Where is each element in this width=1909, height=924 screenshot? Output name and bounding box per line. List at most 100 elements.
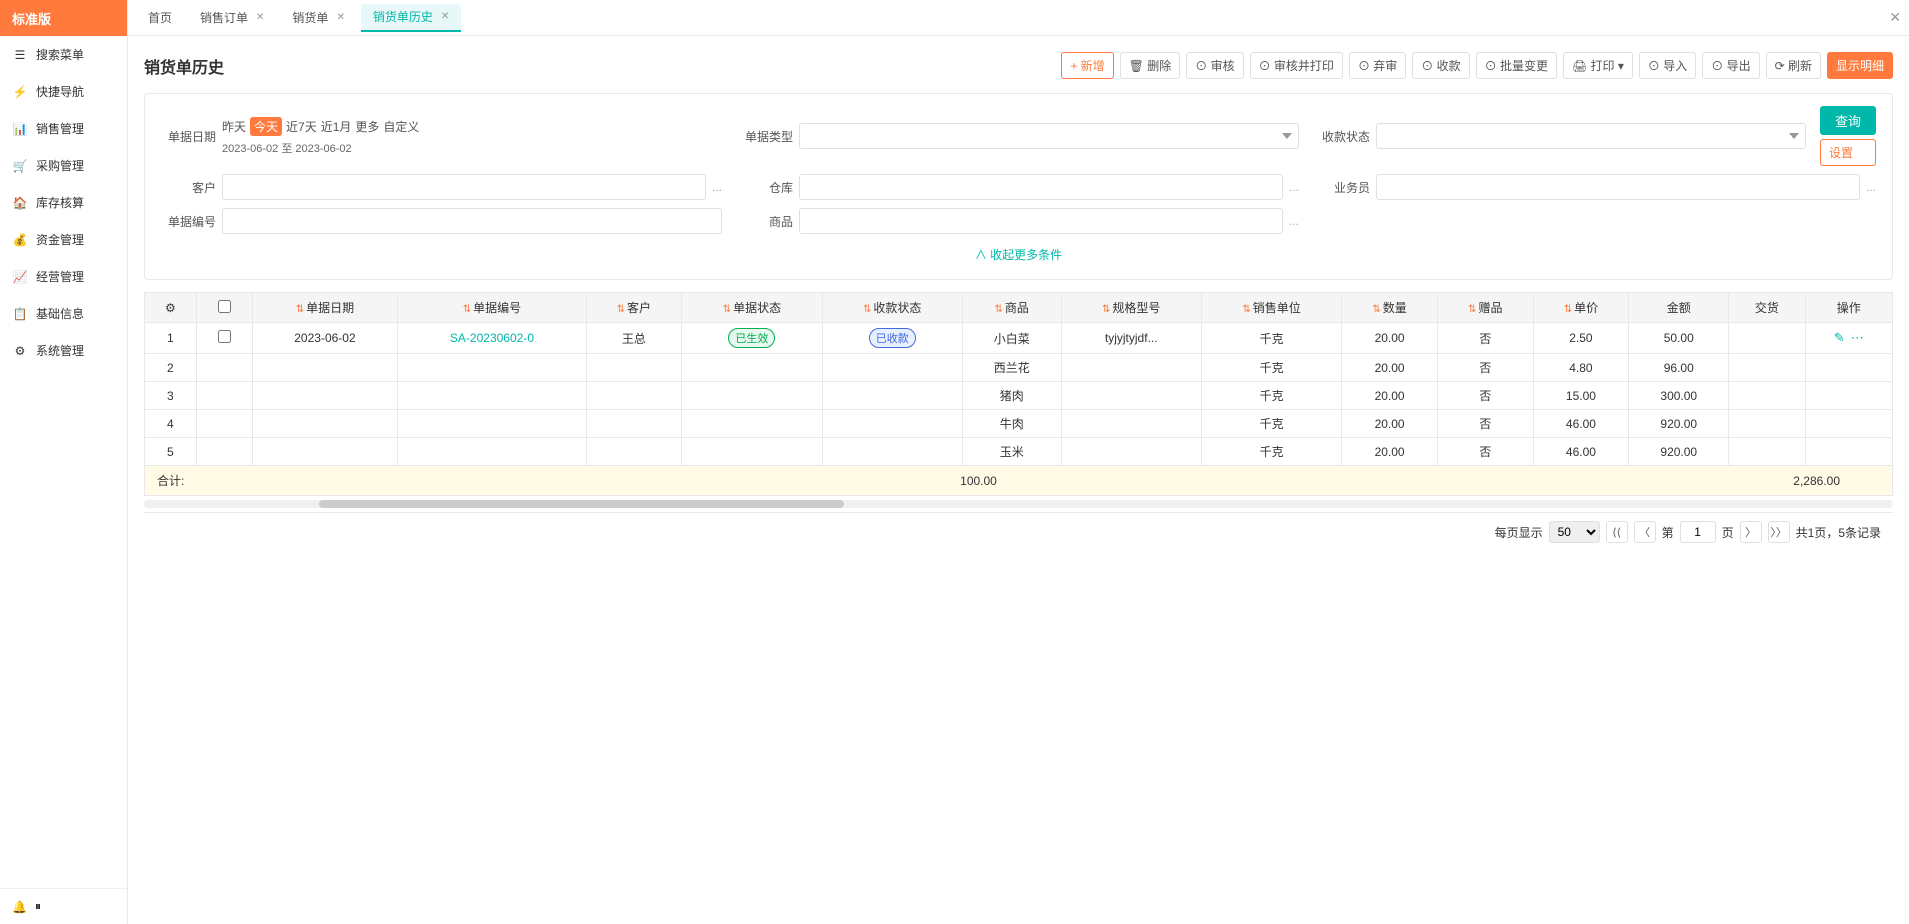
col-pay-status[interactable]: ⇅收款状态 xyxy=(822,293,962,323)
col-checkbox xyxy=(196,293,252,323)
cell-unit: 千克 xyxy=(1201,438,1341,466)
col-settings[interactable]: ⚙ xyxy=(145,293,197,323)
col-operation: 操作 xyxy=(1805,293,1892,323)
cell-qty: 20.00 xyxy=(1342,438,1438,466)
tab-bar-close-all[interactable]: ✕ xyxy=(1889,9,1901,26)
goods-input[interactable] xyxy=(799,208,1283,234)
filter-row-2: 客户 ... 仓库 ... 业务员 ... xyxy=(161,174,1876,200)
export-button[interactable]: ⊙ 导出 xyxy=(1702,52,1759,79)
col-spec[interactable]: ⇅规格型号 xyxy=(1061,293,1201,323)
settings-button[interactable]: 设置 xyxy=(1820,139,1876,166)
tab-sales-order[interactable]: 销售订单 ✕ xyxy=(188,4,276,32)
more-icon[interactable]: ⋯ xyxy=(1851,330,1864,346)
col-doc-num[interactable]: ⇅单据编号 xyxy=(398,293,586,323)
sidebar-item-sales-mgmt[interactable]: 📊 销售管理 xyxy=(0,110,127,147)
warehouse-picker[interactable]: ... xyxy=(1289,180,1299,194)
audit-button[interactable]: ⊙ 审核 xyxy=(1186,52,1243,79)
notification-icon[interactable]: 🔔 xyxy=(12,900,27,914)
add-button[interactable]: + 新增 xyxy=(1061,52,1113,79)
salesperson-input[interactable] xyxy=(1376,174,1860,200)
doc-num-input[interactable] xyxy=(222,208,722,234)
tab-close-sales-goods[interactable]: ✕ xyxy=(336,12,344,23)
audit-print-button[interactable]: ⊙ 审核并打印 xyxy=(1250,52,1343,79)
customer-input[interactable] xyxy=(222,174,706,200)
col-goods[interactable]: ⇅商品 xyxy=(962,293,1061,323)
footer-total-qty: 100.00 xyxy=(237,474,1720,488)
tab-close-sales-order[interactable]: ✕ xyxy=(256,12,264,23)
sidebar-item-inventory[interactable]: 🏠 库存核算 xyxy=(0,184,127,221)
shortcut-more[interactable]: 更多 xyxy=(355,118,379,135)
row-checkbox[interactable] xyxy=(218,330,231,343)
sidebar-item-basic-info[interactable]: 📋 基础信息 xyxy=(0,295,127,332)
col-doc-status[interactable]: ⇅单据状态 xyxy=(682,293,822,323)
cell-date: 2023-06-02 xyxy=(252,323,398,354)
basic-info-icon: 📋 xyxy=(12,306,28,322)
payment-status-select[interactable] xyxy=(1376,123,1806,149)
page-size-select[interactable]: 50 100 xyxy=(1549,521,1600,543)
col-gift[interactable]: ⇅赠品 xyxy=(1437,293,1533,323)
last-page-button[interactable]: 〉〉 xyxy=(1768,521,1790,543)
next-page-button[interactable]: 〉 xyxy=(1740,521,1762,543)
goods-picker[interactable]: ... xyxy=(1289,214,1299,228)
pagination-bar: 每页显示 50 100 ⟨⟨ 〈 第 页 〉 〉〉 共1页，5条记录 xyxy=(144,512,1893,551)
cell-row-num: 2 xyxy=(145,354,197,382)
footer-total-amount: 2,286.00 xyxy=(1720,474,1840,488)
tab-close-sales-history[interactable]: ✕ xyxy=(441,11,449,22)
sidebar-item-quick-nav[interactable]: ⚡ 快捷导航 xyxy=(0,73,127,110)
import-button[interactable]: ⊙ 导入 xyxy=(1639,52,1696,79)
col-customer[interactable]: ⇅客户 xyxy=(586,293,682,323)
doc-status-badge: 已生效 xyxy=(728,328,775,348)
customer-picker[interactable]: ... xyxy=(712,180,722,194)
horizontal-scrollbar[interactable] xyxy=(144,500,1893,508)
col-unit[interactable]: ⇅销售单位 xyxy=(1201,293,1341,323)
prev-page-button[interactable]: 〈 xyxy=(1634,521,1656,543)
cell-spec xyxy=(1061,382,1201,410)
cell-unit-price: 46.00 xyxy=(1533,410,1629,438)
shortcut-7days[interactable]: 近7天 xyxy=(286,118,317,135)
col-unit-price[interactable]: ⇅单价 xyxy=(1533,293,1629,323)
doc-type-select[interactable] xyxy=(799,123,1299,149)
doc-num-link[interactable]: SA-20230602-0 xyxy=(450,331,534,345)
sidebar-item-finance[interactable]: 💰 资金管理 xyxy=(0,221,127,258)
abandon-button[interactable]: ⊙ 弃审 xyxy=(1349,52,1406,79)
cell-checkbox xyxy=(196,410,252,438)
pause-icon[interactable]: ⏸ xyxy=(35,899,41,914)
cell-date xyxy=(252,354,398,382)
tab-sales-goods[interactable]: 销货单 ✕ xyxy=(280,4,356,32)
edit-icon[interactable]: ✎ xyxy=(1834,330,1845,346)
table-row: 12023-06-02SA-20230602-0王总已生效已收款小白菜tyjyj… xyxy=(145,323,1893,354)
refresh-button[interactable]: ⟳ 刷新 xyxy=(1766,52,1821,79)
delete-button[interactable]: 🗑 删除 xyxy=(1120,52,1181,79)
query-button[interactable]: 查询 xyxy=(1820,106,1876,135)
shortcut-today[interactable]: 今天 xyxy=(250,117,282,136)
select-all-checkbox[interactable] xyxy=(218,300,231,313)
collect-button[interactable]: ⊙ 收款 xyxy=(1412,52,1469,79)
cell-amount: 920.00 xyxy=(1629,438,1729,466)
sidebar-item-system-mgmt[interactable]: ⚙ 系统管理 xyxy=(0,332,127,369)
batch-change-button[interactable]: ⊙ 批量变更 xyxy=(1476,52,1557,79)
col-date[interactable]: ⇅单据日期 xyxy=(252,293,398,323)
tab-home[interactable]: 首页 xyxy=(136,4,184,32)
tab-sales-history[interactable]: 销货单历史 ✕ xyxy=(361,4,461,32)
cell-doc-num xyxy=(398,382,586,410)
sidebar-item-search-menu[interactable]: ☰ 搜索菜单 xyxy=(0,36,127,73)
show-detail-button[interactable]: 显示明细 xyxy=(1827,52,1893,79)
cell-operation xyxy=(1805,438,1892,466)
cell-doc-num: SA-20230602-0 xyxy=(398,323,586,354)
cell-pay-status xyxy=(822,438,962,466)
cell-qty: 20.00 xyxy=(1342,382,1438,410)
col-qty[interactable]: ⇅数量 xyxy=(1342,293,1438,323)
sidebar-item-operations[interactable]: 📈 经营管理 xyxy=(0,258,127,295)
shortcut-custom[interactable]: 自定义 xyxy=(383,118,419,135)
sidebar-item-purchase-mgmt[interactable]: 🛒 采购管理 xyxy=(0,147,127,184)
first-page-button[interactable]: ⟨⟨ xyxy=(1606,521,1628,543)
current-page-input[interactable] xyxy=(1680,521,1716,543)
scrollbar-thumb[interactable] xyxy=(319,500,844,508)
print-button[interactable]: 🖨 打印 ▾ xyxy=(1563,52,1633,79)
salesperson-picker[interactable]: ... xyxy=(1866,180,1876,194)
shortcut-yesterday[interactable]: 昨天 xyxy=(222,118,246,135)
main-area: 首页 销售订单 ✕ 销货单 ✕ 销货单历史 ✕ ✕ 销货单历史 + 新增 🗑 删… xyxy=(128,0,1909,924)
warehouse-input[interactable] xyxy=(799,174,1283,200)
shortcut-1month[interactable]: 近1月 xyxy=(321,118,352,135)
collapse-row[interactable]: ∧ 收起更多条件 xyxy=(161,242,1876,267)
